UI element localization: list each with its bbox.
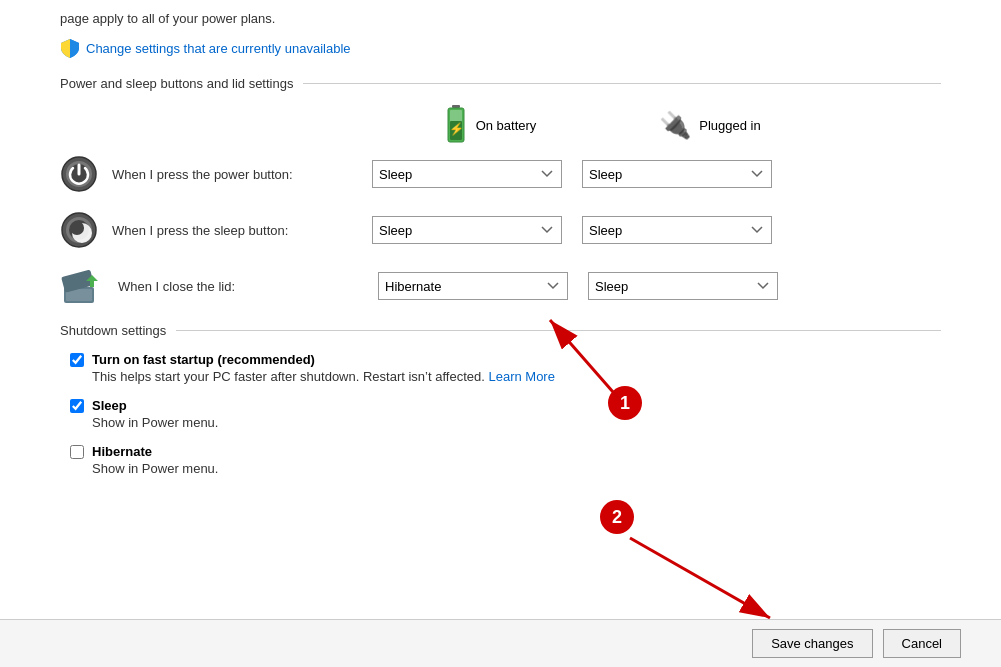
sleep-checkbox-desc: Show in Power menu. — [92, 415, 941, 430]
lid-on-battery-dropdown[interactable]: Do nothing Sleep Hibernate Shut down — [378, 272, 568, 300]
lid-row: When I close the lid: Do nothing Sleep H… — [60, 267, 941, 305]
power-button-row: When I press the power button: Do nothin… — [60, 155, 941, 193]
sleep-button-on-battery-dropdown[interactable]: Do nothing Sleep Hibernate Shut down — [372, 216, 562, 244]
sleep-button-dropdowns: Do nothing Sleep Hibernate Shut down Do … — [372, 216, 772, 244]
lid-label: When I close the lid: — [118, 279, 378, 294]
change-settings-row: Change settings that are currently unava… — [60, 38, 941, 58]
col-plugged-in: 🔌 Plugged in — [600, 105, 820, 145]
sleep-button-label: When I press the sleep button: — [112, 223, 372, 238]
svg-text:⚡: ⚡ — [448, 121, 463, 136]
sleep-checkbox-label: Sleep — [92, 398, 127, 413]
shutdown-section: Shutdown settings Turn on fast startup (… — [60, 323, 941, 476]
fast-startup-desc: This helps start your PC faster after sh… — [92, 369, 941, 384]
intro-text: page apply to all of your power plans. — [60, 10, 941, 28]
fast-startup-row: Turn on fast startup (recommended) This … — [70, 352, 941, 384]
shutdown-section-header: Shutdown settings — [60, 323, 941, 338]
lid-dropdowns: Do nothing Sleep Hibernate Shut down Do … — [378, 272, 778, 300]
power-button-on-battery-dropdown[interactable]: Do nothing Sleep Hibernate Shut down — [372, 160, 562, 188]
cancel-button[interactable]: Cancel — [883, 629, 961, 658]
fast-startup-label: Turn on fast startup (recommended) — [92, 352, 315, 367]
change-settings-link[interactable]: Change settings that are currently unava… — [86, 41, 351, 56]
lid-plugged-in-dropdown[interactable]: Do nothing Sleep Hibernate Shut down — [588, 272, 778, 300]
col-on-battery: ⚡ On battery — [380, 105, 600, 145]
power-button-label: When I press the power button: — [112, 167, 372, 182]
save-button[interactable]: Save changes — [752, 629, 872, 658]
shield-icon — [60, 38, 80, 58]
hibernate-checkbox[interactable] — [70, 445, 84, 459]
column-headers: ⚡ On battery 🔌 Plugged in — [380, 105, 941, 145]
sleep-button-row: When I press the sleep button: Do nothin… — [60, 211, 941, 249]
hibernate-checkbox-desc: Show in Power menu. — [92, 461, 941, 476]
power-button-plugged-in-dropdown[interactable]: Do nothing Sleep Hibernate Shut down — [582, 160, 772, 188]
sleep-checkbox[interactable] — [70, 399, 84, 413]
sleep-button-icon — [60, 211, 98, 249]
fast-startup-checkbox[interactable] — [70, 353, 84, 367]
power-button-icon — [60, 155, 98, 193]
annotation-badge-2: 2 — [600, 500, 634, 534]
on-battery-label: On battery — [476, 118, 537, 133]
shutdown-section-label: Shutdown settings — [60, 323, 166, 338]
hibernate-checkbox-row: Hibernate Show in Power menu. — [70, 444, 941, 476]
plugged-in-label: Plugged in — [699, 118, 760, 133]
plug-icon: 🔌 — [659, 110, 691, 141]
shutdown-divider — [176, 330, 941, 331]
hibernate-checkbox-label: Hibernate — [92, 444, 152, 459]
power-button-dropdowns: Do nothing Sleep Hibernate Shut down Do … — [372, 160, 772, 188]
battery-icon: ⚡ — [444, 105, 468, 145]
sleep-checkbox-row: Sleep Show in Power menu. — [70, 398, 941, 430]
power-sleep-section-header: Power and sleep buttons and lid settings — [60, 76, 941, 91]
learn-more-link[interactable]: Learn More — [488, 369, 554, 384]
sleep-button-plugged-in-dropdown[interactable]: Do nothing Sleep Hibernate Shut down — [582, 216, 772, 244]
bottom-bar: Save changes Cancel — [0, 619, 1001, 667]
power-sleep-label: Power and sleep buttons and lid settings — [60, 76, 293, 91]
lid-icon — [60, 267, 104, 305]
section-divider — [303, 83, 941, 84]
